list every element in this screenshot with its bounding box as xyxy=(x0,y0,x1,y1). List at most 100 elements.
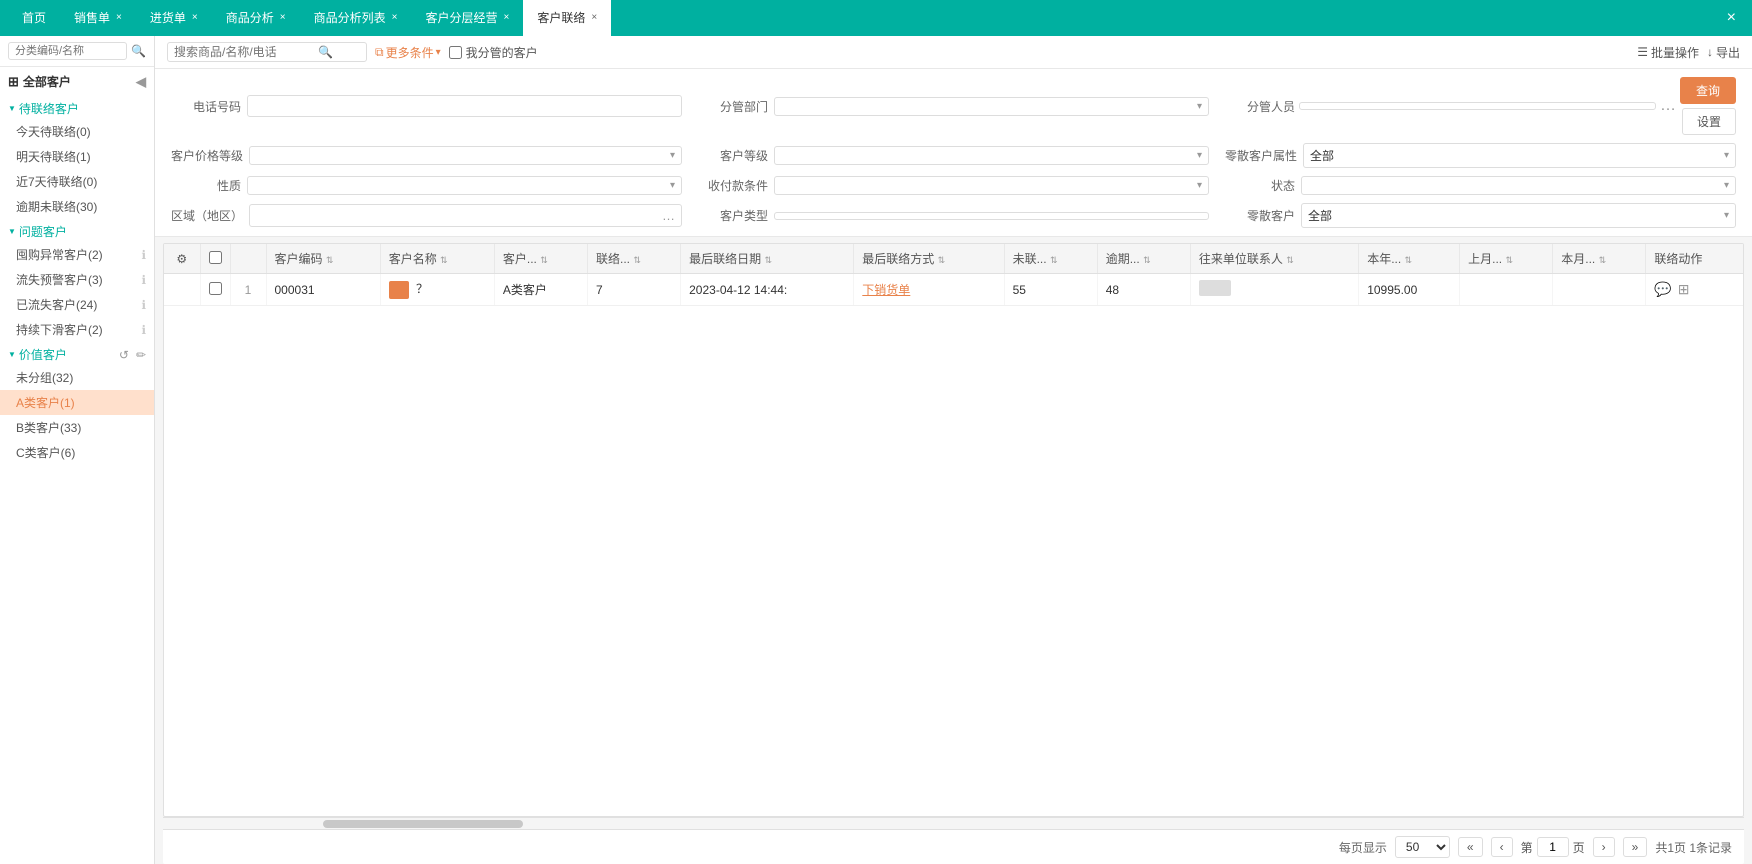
next-page-btn[interactable]: › xyxy=(1593,837,1615,857)
settings-button[interactable]: 设置 xyxy=(1682,108,1736,135)
region-more-icon[interactable]: … xyxy=(662,208,675,223)
ctype-select[interactable] xyxy=(774,212,1209,220)
filter-pay-row: 收付款条件 ▾ xyxy=(698,176,1209,195)
edit-icon[interactable]: ✏ xyxy=(136,348,146,362)
nature-select[interactable]: ▾ xyxy=(247,176,682,195)
sidebar-search-input[interactable] xyxy=(8,42,127,60)
retail-select[interactable]: 全部 ▾ xyxy=(1301,203,1736,228)
page-number-input[interactable] xyxy=(1537,837,1569,857)
sidebar-collapse-icon[interactable]: ◀ xyxy=(136,74,146,90)
first-page-btn[interactable]: « xyxy=(1458,837,1483,857)
batch-op-btn[interactable]: ☰ 批量操作 xyxy=(1637,44,1699,61)
phone-label: 电话号码 xyxy=(171,98,241,115)
dept-label: 分管部门 xyxy=(698,98,768,115)
dept-select[interactable]: ▾ xyxy=(774,97,1209,116)
person-select[interactable] xyxy=(1299,102,1656,110)
sidebar-search-icon[interactable]: 🔍 xyxy=(131,44,146,58)
sort-name-icon[interactable]: ⇅ xyxy=(440,255,448,265)
status-select[interactable]: ▾ xyxy=(1301,176,1736,195)
phone-input[interactable] xyxy=(247,95,682,117)
query-button[interactable]: 查询 xyxy=(1680,77,1736,104)
tab-purchase-close[interactable]: × xyxy=(192,0,198,36)
retail-attr-chevron-icon: ▾ xyxy=(1724,150,1729,161)
nav-close-all[interactable]: × xyxy=(1719,9,1744,27)
nav-tab-analysis-list[interactable]: 商品分析列表 × xyxy=(300,0,412,36)
retail-attr-select[interactable]: 全部 ▾ xyxy=(1303,143,1736,168)
tab-analysis-close[interactable]: × xyxy=(280,0,286,36)
filter-search-input[interactable] xyxy=(174,45,314,59)
sort-this-month-icon[interactable]: ⇅ xyxy=(1599,255,1607,265)
sidebar-item-declining[interactable]: 持续下滑客户(2) ℹ xyxy=(0,317,154,342)
person-more-icon[interactable]: … xyxy=(1660,97,1676,115)
sidebar: 🔍 ⊞ 全部客户 ◀ ▼ 待联络客户 今天待联络(0) 明天待联络(1) 近7天… xyxy=(0,36,155,864)
my-customers-checkbox[interactable] xyxy=(449,46,462,59)
nav-tab-purchase[interactable]: 进货单 × xyxy=(136,0,212,36)
select-all-checkbox[interactable] xyxy=(209,251,222,264)
sidebar-all-customers[interactable]: ⊞ 全部客户 ◀ xyxy=(0,67,154,96)
sort-type-icon[interactable]: ⇅ xyxy=(540,255,548,265)
grid-action-icon[interactable]: ⊞ xyxy=(1678,281,1690,298)
refresh-icon[interactable]: ↺ xyxy=(119,348,129,362)
sidebar-item-class-c[interactable]: C类客户(6) xyxy=(0,440,154,465)
sort-year-icon[interactable]: ⇅ xyxy=(1405,255,1413,265)
th-this-month: 本月... ⇅ xyxy=(1553,244,1646,274)
scroll-thumb[interactable] xyxy=(323,820,523,828)
main-layout: 🔍 ⊞ 全部客户 ◀ ▼ 待联络客户 今天待联络(0) 明天待联络(1) 近7天… xyxy=(0,36,1752,864)
page-size-select[interactable]: 50 100 200 xyxy=(1395,836,1450,858)
row-checkbox[interactable] xyxy=(209,282,222,295)
tab-contact-close[interactable]: × xyxy=(591,0,597,36)
region-select[interactable]: … xyxy=(249,204,682,227)
last-method-link[interactable]: 下销货单 xyxy=(862,283,910,297)
export-btn[interactable]: ↓ 导出 xyxy=(1707,44,1740,61)
row-last-method-cell[interactable]: 下销货单 xyxy=(854,274,1004,306)
row-name-cell[interactable]: ？ xyxy=(380,274,494,306)
filter-level-row: 客户等级 ▾ xyxy=(698,143,1209,168)
sidebar-item-abnormal[interactable]: 囤购异常客户(2) ℹ xyxy=(0,242,154,267)
sort-last-month-icon[interactable]: ⇅ xyxy=(1505,255,1513,265)
tab-sales-close[interactable]: × xyxy=(116,0,122,36)
tab-segment-close[interactable]: × xyxy=(503,0,509,36)
pay-chevron-icon: ▾ xyxy=(1197,180,1202,191)
batch-op-label: 批量操作 xyxy=(1651,44,1699,61)
gear-icon[interactable]: ⚙ xyxy=(176,252,187,266)
sidebar-item-warning[interactable]: 流失预警客户(3) ℹ xyxy=(0,267,154,292)
filter-search-wrap: 🔍 xyxy=(167,42,367,62)
price-select[interactable]: ▾ xyxy=(249,146,682,165)
sort-date-icon[interactable]: ⇅ xyxy=(764,255,772,265)
chevron-down-icon: ▾ xyxy=(436,47,441,58)
th-type: 客户... ⇅ xyxy=(494,244,587,274)
sidebar-item-7days[interactable]: 近7天待联络(0) xyxy=(0,169,154,194)
bottom-scroll-bar xyxy=(163,817,1744,829)
chat-icon[interactable]: 💬 xyxy=(1654,281,1671,298)
top-nav: 首页 销售单 × 进货单 × 商品分析 × 商品分析列表 × 客户分层经营 × … xyxy=(0,0,1752,36)
tab-analysis-list-close[interactable]: × xyxy=(392,0,398,36)
sidebar-item-tomorrow[interactable]: 明天待联络(1) xyxy=(0,144,154,169)
sort-contacts-icon[interactable]: ⇅ xyxy=(1286,255,1294,265)
filter-more-btn[interactable]: ⧉ 更多条件 ▾ xyxy=(375,44,441,61)
sort-overdue-icon[interactable]: ⇅ xyxy=(1143,255,1151,265)
action-icons: 💬 ⊞ xyxy=(1654,281,1735,298)
sidebar-item-lost[interactable]: 已流失客户(24) ℹ xyxy=(0,292,154,317)
filter-search-icon[interactable]: 🔍 xyxy=(318,45,333,59)
pay-select[interactable]: ▾ xyxy=(774,176,1209,195)
nav-tab-segment[interactable]: 客户分层经营 × xyxy=(411,0,523,36)
row-code-cell: 000031 xyxy=(266,274,380,306)
sidebar-item-class-b[interactable]: B类客户(33) xyxy=(0,415,154,440)
sidebar-item-ungroup[interactable]: 未分组(32) xyxy=(0,365,154,390)
nav-tab-analysis[interactable]: 商品分析 × xyxy=(212,0,300,36)
sort-no-contact-icon[interactable]: ⇅ xyxy=(1050,255,1058,265)
prev-page-btn[interactable]: ‹ xyxy=(1491,837,1513,857)
nav-tab-contact[interactable]: 客户联络 × xyxy=(523,0,611,36)
sort-code-icon[interactable]: ⇅ xyxy=(326,255,334,265)
sidebar-item-today[interactable]: 今天待联络(0) xyxy=(0,119,154,144)
sort-method-icon[interactable]: ⇅ xyxy=(938,255,946,265)
th-gear[interactable]: ⚙ xyxy=(164,244,200,274)
nav-home[interactable]: 首页 xyxy=(8,0,60,36)
retail-attr-label: 零散客户属性 xyxy=(1225,147,1297,164)
sort-contact-icon[interactable]: ⇅ xyxy=(633,255,641,265)
last-page-btn[interactable]: » xyxy=(1623,837,1648,857)
sidebar-item-overdue[interactable]: 逾期未联络(30) xyxy=(0,194,154,219)
sidebar-item-class-a[interactable]: A类客户(1) xyxy=(0,390,154,415)
nav-tab-sales[interactable]: 销售单 × xyxy=(60,0,136,36)
level-select[interactable]: ▾ xyxy=(774,146,1209,165)
